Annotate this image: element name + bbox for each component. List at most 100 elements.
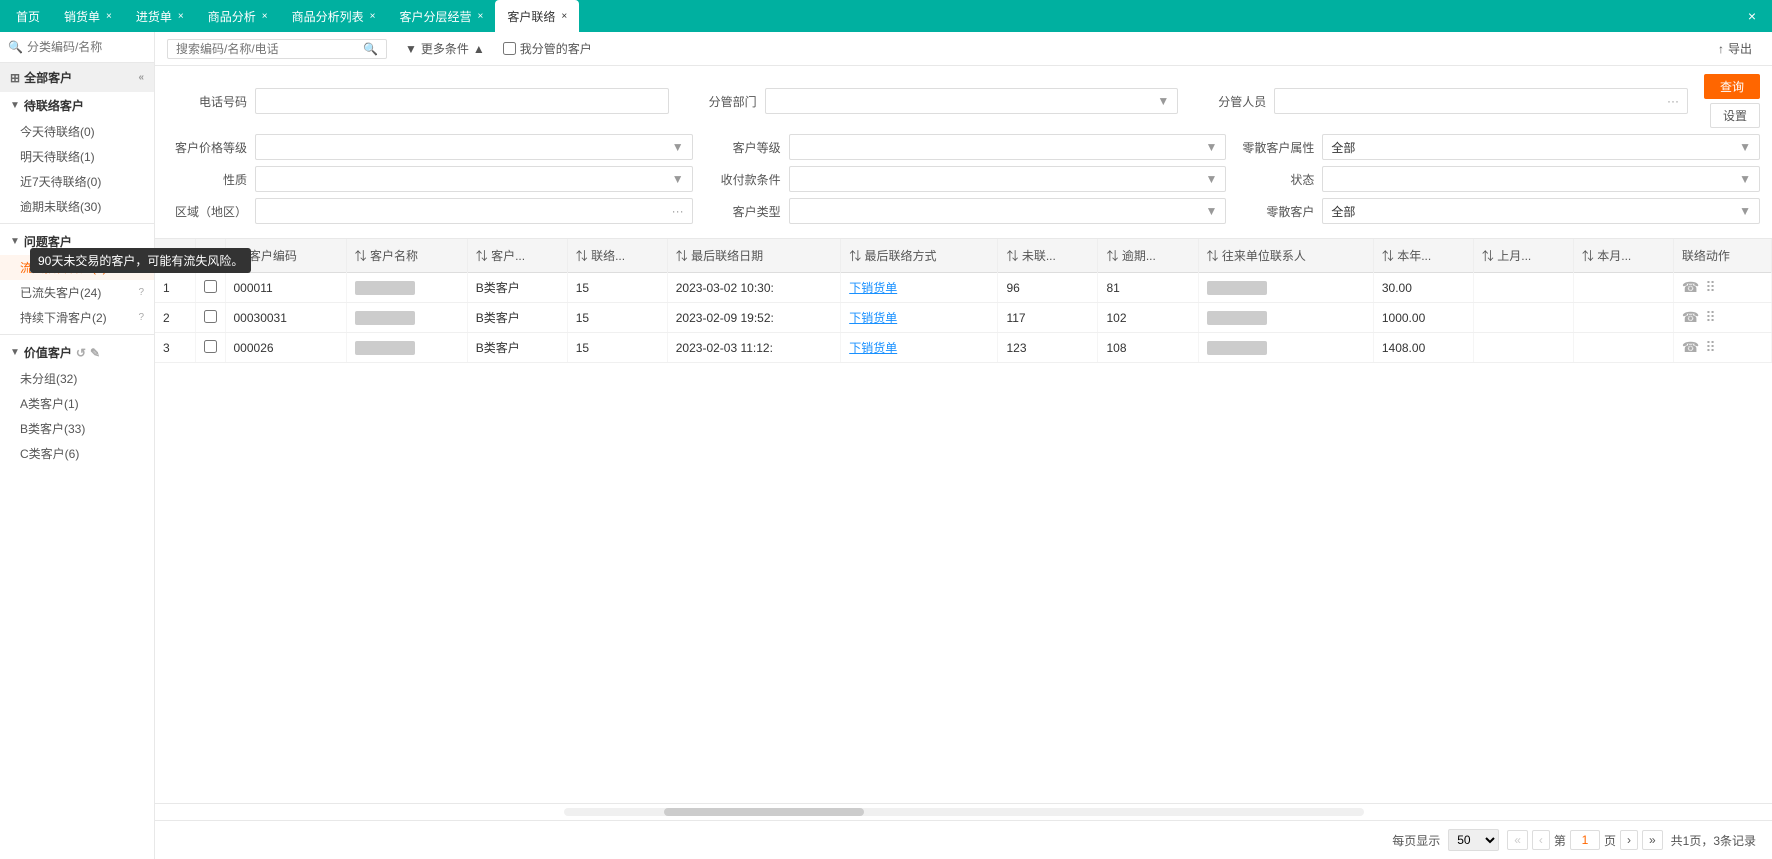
- region-select[interactable]: ···: [255, 198, 693, 224]
- status-select[interactable]: ▼: [1322, 166, 1760, 192]
- phone-action-icon[interactable]: ☎: [1682, 279, 1699, 296]
- filter-search-input[interactable]: [176, 42, 363, 56]
- sidebar-item-continuous-decline[interactable]: 持续下滑客户(2) ?: [0, 305, 154, 330]
- tab-product-analysis[interactable]: 商品分析 ×: [196, 0, 280, 32]
- close-tab-purchase[interactable]: ×: [178, 11, 184, 22]
- cell-last-method[interactable]: 下销货单: [841, 303, 998, 333]
- filter-search-icon[interactable]: 🔍: [363, 42, 378, 56]
- th-this-year[interactable]: ⇅ 本年...: [1373, 239, 1473, 273]
- payment-select[interactable]: ▼: [789, 166, 1227, 192]
- settings-btn[interactable]: 设置: [1710, 103, 1760, 128]
- sidebar-search-input[interactable]: [27, 40, 146, 54]
- per-page-select[interactable]: 50 20 100: [1448, 829, 1499, 851]
- th-last-method[interactable]: ⇅ 最后联络方式: [841, 239, 998, 273]
- row-checkbox[interactable]: [204, 340, 217, 353]
- my-customers-checkbox-label[interactable]: 我分管的客户: [503, 40, 592, 57]
- scrollbar-track[interactable]: [564, 808, 1364, 816]
- customer-type-down-arrow: ▼: [1205, 204, 1217, 218]
- sidebar-item-already-lost[interactable]: 已流失客户(24) ?: [0, 280, 154, 305]
- cell-checkbox[interactable]: [195, 273, 225, 303]
- th-contact[interactable]: ⇅ 联络...: [567, 239, 667, 273]
- last-method-link[interactable]: 下销货单: [849, 341, 897, 355]
- price-level-select[interactable]: ▼: [255, 134, 693, 160]
- cell-checkbox[interactable]: [195, 303, 225, 333]
- sidebar-search-icon: 🔍: [8, 40, 23, 54]
- cell-last-method[interactable]: 下销货单: [841, 333, 998, 363]
- th-unit-contact[interactable]: ⇅ 往来单位联系人: [1198, 239, 1373, 273]
- th-this-month[interactable]: ⇅ 本月...: [1573, 239, 1673, 273]
- th-overdue[interactable]: ⇅ 逾期...: [1098, 239, 1198, 273]
- sidebar-item-unclassified[interactable]: 未分组(32): [0, 366, 154, 391]
- sidebar-item-today-contact[interactable]: 今天待联络(0): [0, 119, 154, 144]
- sort-icon-last-month: ⇅: [1482, 249, 1494, 263]
- tab-product-analysis-list[interactable]: 商品分析列表 ×: [280, 0, 388, 32]
- tab-home[interactable]: 首页: [4, 0, 52, 32]
- sidebar-item-class-c[interactable]: C类客户(6): [0, 441, 154, 466]
- unit-contact-blurred: [1207, 281, 1267, 295]
- price-level-field: 客户价格等级 ▼: [167, 134, 693, 160]
- sidebar-item-class-b[interactable]: B类客户(33): [0, 416, 154, 441]
- th-type[interactable]: ⇅ 客户...: [467, 239, 567, 273]
- phone-action-icon[interactable]: ☎: [1682, 309, 1699, 326]
- more-action-icon[interactable]: ⠿: [1705, 309, 1715, 326]
- sidebar-group-pending-contact[interactable]: ▼ 待联络客户: [0, 92, 154, 119]
- zero-customer-select[interactable]: 全部 ▼: [1322, 198, 1760, 224]
- th-uncontacted[interactable]: ⇅ 未联...: [998, 239, 1098, 273]
- phone-input[interactable]: [255, 88, 669, 114]
- edit-icon[interactable]: ✎: [90, 346, 100, 360]
- cell-overdue: 81: [1098, 273, 1198, 303]
- more-action-icon[interactable]: ⠿: [1705, 279, 1715, 296]
- dept-select[interactable]: ▼: [765, 88, 1179, 114]
- all-customers-header[interactable]: ⊞ 全部客户 «: [0, 63, 154, 92]
- tab-sales[interactable]: 销货单 ×: [52, 0, 124, 32]
- customer-level-select[interactable]: ▼: [789, 134, 1227, 160]
- my-customers-checkbox[interactable]: [503, 42, 516, 55]
- close-tab-sales[interactable]: ×: [106, 11, 112, 22]
- cell-name: [346, 333, 467, 363]
- close-tab-product-analysis-list[interactable]: ×: [370, 11, 376, 22]
- tab-purchase[interactable]: 进货单 ×: [124, 0, 196, 32]
- prev-page-btn[interactable]: ‹: [1532, 830, 1550, 850]
- refresh-icon[interactable]: ↺: [76, 346, 86, 360]
- zero-attr-select[interactable]: 全部 ▼: [1322, 134, 1760, 160]
- scrollbar-thumb[interactable]: [664, 808, 864, 816]
- close-tab-customer-segment[interactable]: ×: [477, 11, 483, 22]
- phone-action-icon[interactable]: ☎: [1682, 339, 1699, 356]
- table-scrollbar[interactable]: [155, 803, 1772, 820]
- tab-customer-contact[interactable]: 客户联络 ×: [495, 0, 579, 32]
- cell-contact: 15: [567, 273, 667, 303]
- person-select[interactable]: ···: [1274, 88, 1688, 114]
- filter-row-4: 区域（地区） ··· 客户类型 ▼ 零散客户 全部: [167, 198, 1760, 224]
- sidebar-item-tomorrow-contact[interactable]: 明天待联络(1): [0, 144, 154, 169]
- last-method-link[interactable]: 下销货单: [849, 311, 897, 325]
- next-page-btn[interactable]: ›: [1620, 830, 1638, 850]
- th-last-month[interactable]: ⇅ 上月...: [1473, 239, 1573, 273]
- filter-row-3: 性质 ▼ 收付款条件 ▼ 状态: [167, 166, 1760, 192]
- export-btn[interactable]: ↑ 导出: [1710, 38, 1760, 59]
- cell-checkbox[interactable]: [195, 333, 225, 363]
- last-method-link[interactable]: 下销货单: [849, 281, 897, 295]
- th-name[interactable]: ⇅ 客户名称: [346, 239, 467, 273]
- sidebar-item-class-a[interactable]: A类客户(1): [0, 391, 154, 416]
- cell-last-method[interactable]: 下销货单: [841, 273, 998, 303]
- more-action-icon[interactable]: ⠿: [1705, 339, 1715, 356]
- search-btn[interactable]: 查询: [1704, 74, 1760, 99]
- close-tab-customer-contact[interactable]: ×: [561, 11, 567, 22]
- sidebar-collapse-btn[interactable]: «: [138, 72, 144, 83]
- sidebar-item-week-contact[interactable]: 近7天待联络(0): [0, 169, 154, 194]
- first-page-btn[interactable]: «: [1507, 830, 1528, 850]
- tab-customer-segment[interactable]: 客户分层经营 ×: [387, 0, 495, 32]
- row-checkbox[interactable]: [204, 310, 217, 323]
- window-close-btn[interactable]: ×: [1736, 8, 1768, 24]
- last-page-btn[interactable]: »: [1642, 830, 1663, 850]
- more-conditions-btn[interactable]: ▼ 更多条件 ▲: [397, 38, 493, 59]
- sidebar-item-overdue-contact[interactable]: 逾期未联络(30): [0, 194, 154, 219]
- close-tab-product-analysis[interactable]: ×: [262, 11, 268, 22]
- customer-type-select[interactable]: ▼: [789, 198, 1227, 224]
- cell-unit-contact: [1198, 273, 1373, 303]
- page-input[interactable]: [1570, 830, 1600, 850]
- row-checkbox[interactable]: [204, 280, 217, 293]
- gender-select[interactable]: ▼: [255, 166, 693, 192]
- sidebar-group-value-customers[interactable]: ▼ 价值客户 ↺ ✎: [0, 339, 154, 366]
- th-last-date[interactable]: ⇅ 最后联络日期: [667, 239, 840, 273]
